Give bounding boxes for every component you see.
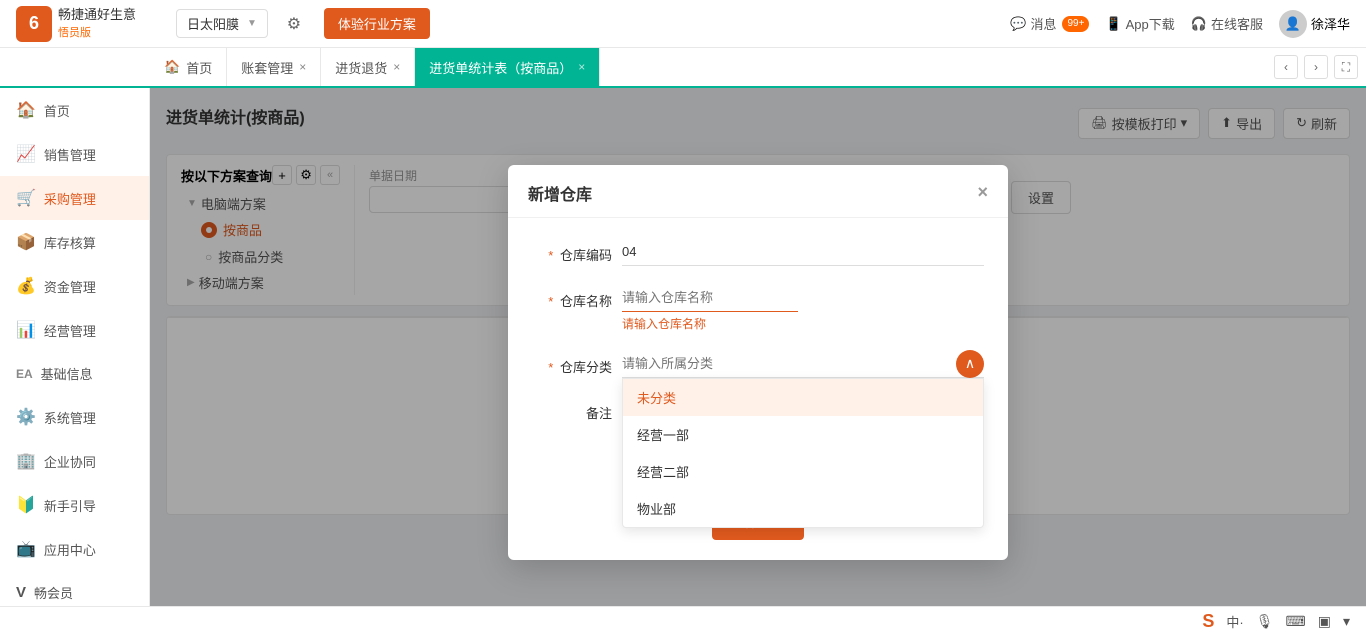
form-row-code: * 仓库编码 [532, 238, 984, 266]
tab-accounts[interactable]: 账套管理 × [227, 48, 321, 86]
sidebar: 🏠 首页 📈 销售管理 🛒 采购管理 📦 库存核算 💰 资金管理 📊 经营管理 … [0, 88, 150, 636]
sidebar-item-finance[interactable]: 💰 资金管理 [0, 264, 149, 308]
sidebar-item-inventory[interactable]: 📦 库存核算 [0, 220, 149, 264]
category-input[interactable] [622, 350, 984, 378]
modal-title: 新增仓库 [528, 181, 592, 205]
user-menu[interactable]: 👤 徐泽华 [1279, 10, 1350, 38]
headset-icon: 🎧 [1191, 16, 1207, 32]
mobile-icon: 📱 [1105, 16, 1121, 32]
app-logo-icon: 6 [16, 6, 52, 42]
sidebar-item-enterprise[interactable]: 🏢 企业协同 [0, 439, 149, 483]
modal-body: * 仓库编码 * 仓库名称 [508, 218, 1008, 494]
status-lang: 中· [1226, 612, 1243, 631]
code-input[interactable] [622, 238, 984, 266]
settings-icon[interactable]: ⚙ [278, 8, 310, 40]
user-avatar: 👤 [1279, 10, 1307, 38]
name-input[interactable] [622, 284, 798, 312]
selector-arrow-icon: ▼ [247, 18, 257, 29]
name-error-tip: 请输入仓库名称 [622, 315, 798, 332]
tab-purchase-return[interactable]: 进货退货 × [321, 48, 415, 86]
app-edition: 悟员版 [58, 24, 136, 40]
status-logo: S [1202, 611, 1214, 632]
sidebar-item-guide[interactable]: 🔰 新手引导 [0, 483, 149, 527]
messages-badge: 99+ [1062, 16, 1089, 32]
add-warehouse-modal: 新增仓库 × * 仓库编码 [508, 165, 1008, 560]
sidebar-item-sales[interactable]: 📈 销售管理 [0, 132, 149, 176]
try-industry-button[interactable]: 体验行业方案 [324, 8, 430, 39]
dropdown-item-ops1[interactable]: 经营一部 [623, 416, 983, 453]
system-icon: ⚙️ [16, 407, 36, 427]
remark-label: 备注 [532, 396, 612, 422]
enterprise-icon: 🏢 [16, 451, 36, 471]
tab-prev-button[interactable]: ‹ [1274, 55, 1298, 79]
tab-bar: 🏠 首页 账套管理 × 进货退货 × 进货单统计表（按商品） × ‹ › ⛶ [0, 48, 1366, 88]
tab-close-accounts[interactable]: × [299, 60, 306, 74]
top-header: 6 畅捷通好生意 悟员版 日太阳膜 ▼ ⚙ 体验行业方案 💬 消息 99+ 📱 … [0, 0, 1366, 48]
app-download-button[interactable]: 📱 App下载 [1105, 14, 1174, 33]
app-name: 畅捷通好生意 [58, 7, 136, 24]
logo-area: 6 畅捷通好生意 悟员版 [16, 6, 166, 42]
form-row-name: * 仓库名称 请输入仓库名称 [532, 284, 984, 332]
status-more-icon[interactable]: ▾ [1343, 613, 1350, 630]
content-area: 进货单统计(按商品) 🖨 按模板打印 ▾ ⬆ 导出 ↻ 刷新 [150, 88, 1366, 636]
status-screen-icon[interactable]: ▣ [1318, 613, 1331, 630]
message-icon: 💬 [1010, 16, 1026, 32]
category-dropdown: 未分类 经营一部 经营二部 物业部 [622, 378, 984, 528]
sidebar-item-basic-info[interactable]: EA 基础信息 [0, 352, 149, 395]
status-mic-icon[interactable]: 🎙 [1256, 613, 1274, 630]
dropdown-item-uncategorized[interactable]: 未分类 [623, 379, 983, 416]
chevron-up-icon: ∧ [965, 355, 975, 372]
dropdown-item-ops2[interactable]: 经营二部 [623, 453, 983, 490]
modal-header: 新增仓库 × [508, 165, 1008, 218]
status-keyboard-icon[interactable]: ⌨ [1286, 613, 1306, 630]
tab-controls: ‹ › ⛶ [1266, 48, 1366, 86]
dropdown-item-property[interactable]: 物业部 [623, 490, 983, 527]
home-icon: 🏠 [164, 59, 180, 75]
code-label: * 仓库编码 [532, 238, 612, 264]
tab-close-purchase-stats[interactable]: × [578, 60, 585, 74]
purchase-icon: 🛒 [16, 188, 36, 208]
sales-icon: 📈 [16, 144, 36, 164]
sidebar-item-purchase[interactable]: 🛒 采购管理 [0, 176, 149, 220]
sidebar-item-system[interactable]: ⚙️ 系统管理 [0, 395, 149, 439]
operations-icon: 📊 [16, 320, 36, 340]
modal-close-button[interactable]: × [977, 182, 988, 203]
messages-button[interactable]: 💬 消息 99+ [1010, 14, 1089, 33]
header-right: 💬 消息 99+ 📱 App下载 🎧 在线客服 👤 徐泽华 [1010, 10, 1350, 38]
tab-home[interactable]: 🏠 首页 [150, 48, 227, 86]
modal-overlay: 新增仓库 × * 仓库编码 [150, 88, 1366, 636]
tab-close-purchase-return[interactable]: × [393, 60, 400, 74]
sidebar-item-operations[interactable]: 📊 经营管理 [0, 308, 149, 352]
home-sidebar-icon: 🏠 [16, 100, 36, 120]
category-label: * 仓库分类 [532, 350, 612, 376]
category-select-wrapper: ∧ 未分类 经营一部 经营二部 物业部 [622, 350, 984, 378]
sidebar-item-app-center[interactable]: 📺 应用中心 [0, 527, 149, 571]
inventory-icon: 📦 [16, 232, 36, 252]
main-layout: 🏠 首页 📈 销售管理 🛒 采购管理 📦 库存核算 💰 资金管理 📊 经营管理 … [0, 88, 1366, 636]
tab-expand-button[interactable]: ⛶ [1334, 55, 1358, 79]
form-row-category: * 仓库分类 ∧ 未分类 经营一部 经营二 [532, 350, 984, 378]
name-label: * 仓库名称 [532, 284, 612, 310]
tab-next-button[interactable]: › [1304, 55, 1328, 79]
finance-icon: 💰 [16, 276, 36, 296]
online-service-button[interactable]: 🎧 在线客服 [1191, 14, 1263, 33]
guide-icon: 🔰 [16, 495, 36, 515]
member-icon: V [16, 584, 26, 601]
tab-purchase-stats[interactable]: 进货单统计表（按商品） × [415, 48, 600, 86]
app-center-icon: 📺 [16, 539, 36, 559]
sidebar-item-home[interactable]: 🏠 首页 [0, 88, 149, 132]
category-toggle-button[interactable]: ∧ [956, 350, 984, 378]
basic-info-icon: EA [16, 367, 33, 381]
status-bar: S 中· 🎙 ⌨ ▣ ▾ [0, 606, 1366, 636]
company-selector[interactable]: 日太阳膜 ▼ [176, 9, 268, 38]
